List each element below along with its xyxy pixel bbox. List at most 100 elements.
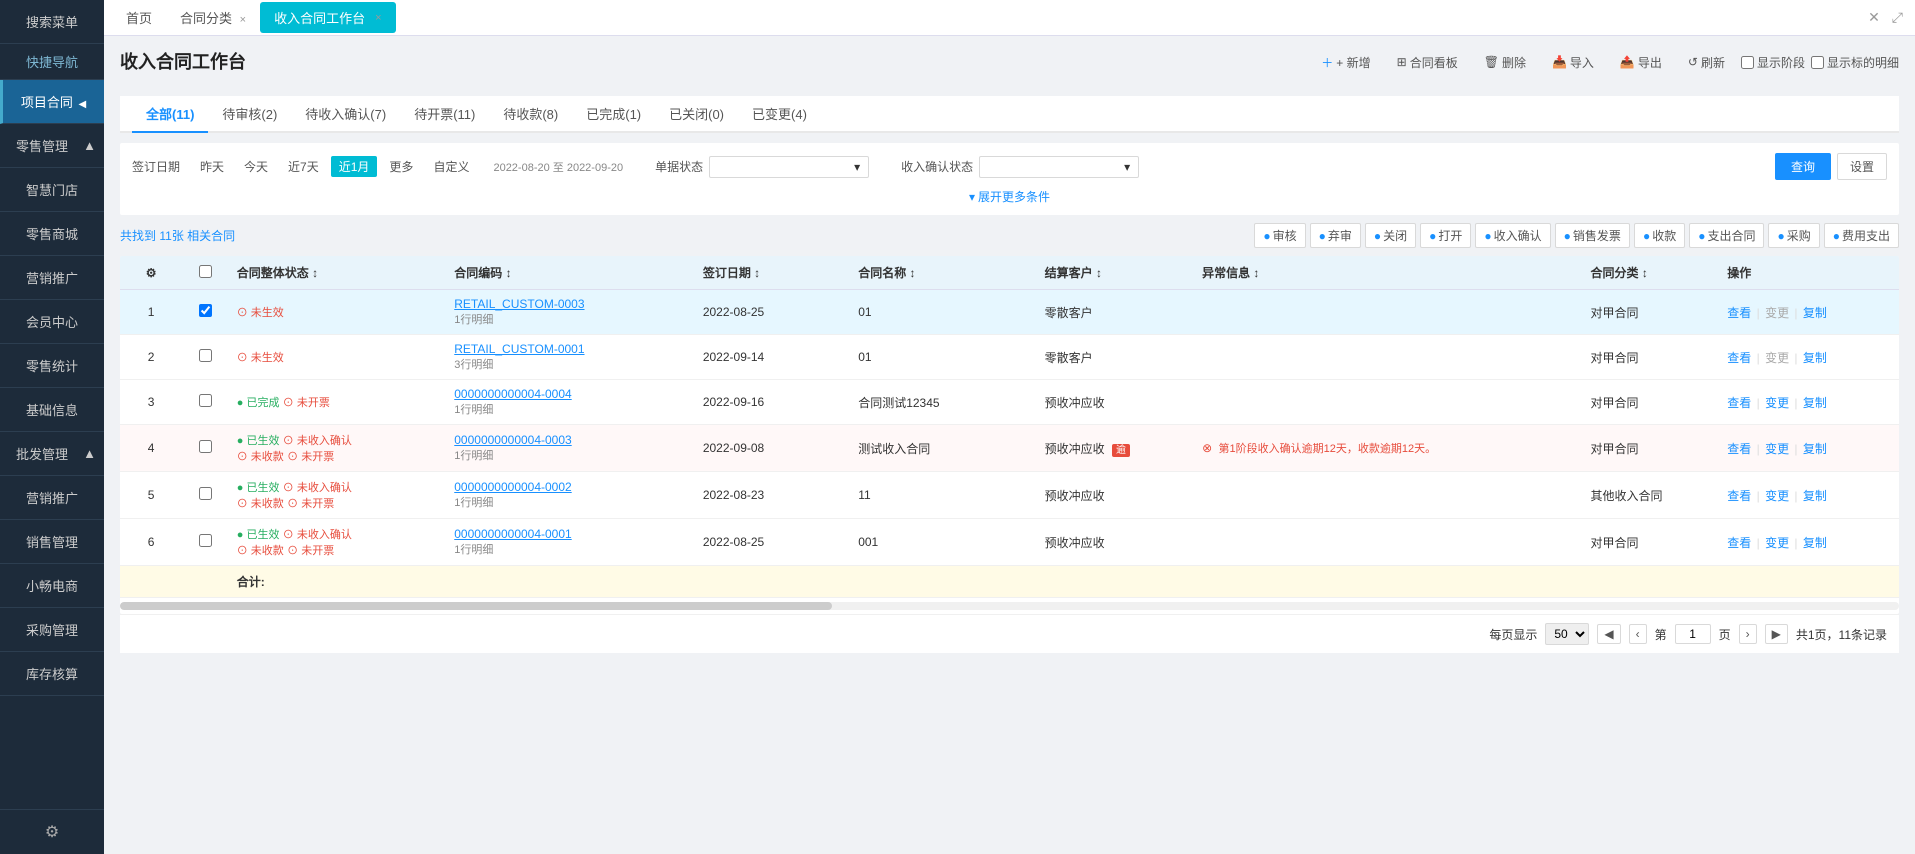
row-check[interactable] bbox=[182, 472, 229, 519]
view-btn[interactable]: 查看 bbox=[1727, 351, 1751, 365]
tabbar-maximize-button[interactable]: ⤢ bbox=[1888, 9, 1907, 26]
prev-page-btn[interactable]: ‹ bbox=[1629, 624, 1647, 644]
copy-btn[interactable]: 复制 bbox=[1803, 536, 1827, 550]
sidebar-item-wholesale[interactable]: 批发管理 ▲ bbox=[0, 432, 104, 476]
view-btn[interactable]: 查看 bbox=[1727, 442, 1751, 456]
th-settings[interactable]: ⚙ bbox=[120, 256, 182, 290]
copy-btn[interactable]: 复制 bbox=[1803, 442, 1827, 456]
income-confirm-btn[interactable]: ● 收入确认 bbox=[1475, 223, 1550, 248]
row-check[interactable] bbox=[182, 519, 229, 566]
sidebar-item-basic-info[interactable]: 基础信息 bbox=[0, 388, 104, 432]
row-check[interactable] bbox=[182, 335, 229, 380]
abandon-btn[interactable]: ● 弃审 bbox=[1310, 223, 1361, 248]
page-size-select[interactable]: 50 bbox=[1545, 623, 1589, 645]
copy-btn[interactable]: 复制 bbox=[1803, 351, 1827, 365]
income-confirm-select[interactable]: ▾ bbox=[979, 156, 1139, 178]
sidebar-item-retail-stat[interactable]: 零售统计 bbox=[0, 344, 104, 388]
copy-btn[interactable]: 复制 bbox=[1803, 489, 1827, 503]
status-tab-completed[interactable]: 已完成(1) bbox=[572, 96, 655, 133]
th-sign-date[interactable]: 签订日期 ↕ bbox=[695, 256, 850, 290]
view-btn[interactable]: 查看 bbox=[1727, 489, 1751, 503]
review-btn[interactable]: ● 审核 bbox=[1254, 223, 1305, 248]
tab-income-workbench-close[interactable]: × bbox=[375, 12, 381, 24]
next-page-btn[interactable]: › bbox=[1739, 624, 1757, 644]
set-button[interactable]: 设置 bbox=[1837, 153, 1887, 180]
change-btn[interactable]: 变更 bbox=[1765, 396, 1789, 410]
th-code[interactable]: 合同编码 ↕ bbox=[446, 256, 695, 290]
view-btn[interactable]: 查看 bbox=[1727, 306, 1751, 320]
status-tab-closed[interactable]: 已关闭(0) bbox=[655, 96, 738, 133]
export-button[interactable]: 📤 导出 bbox=[1610, 50, 1672, 75]
contract-code-link[interactable]: 0000000000004-0004 bbox=[454, 387, 687, 401]
status-tab-pending-invoice[interactable]: 待开票(11) bbox=[400, 96, 489, 133]
contract-code-link[interactable]: 0000000000004-0001 bbox=[454, 527, 687, 541]
tab-income-workbench[interactable]: 收入合同工作台 × bbox=[260, 2, 395, 33]
last7-btn[interactable]: 近7天 bbox=[280, 156, 327, 177]
page-number-input[interactable] bbox=[1675, 624, 1711, 644]
view-btn[interactable]: 查看 bbox=[1727, 536, 1751, 550]
import-button[interactable]: 📥 导入 bbox=[1542, 50, 1604, 75]
new-button[interactable]: ＋ + 新增 bbox=[1311, 50, 1380, 75]
th-error-info[interactable]: 异常信息 ↕ bbox=[1194, 256, 1582, 290]
horizontal-scrollbar[interactable] bbox=[120, 602, 1899, 610]
scrollbar-thumb[interactable] bbox=[120, 602, 832, 610]
sidebar-item-marketing2[interactable]: 营销推广 bbox=[0, 476, 104, 520]
sales-invoice-btn[interactable]: ● 销售发票 bbox=[1555, 223, 1630, 248]
contract-code-link[interactable]: 0000000000004-0002 bbox=[454, 480, 687, 494]
expand-more-btn[interactable]: ▾ 展开更多条件 bbox=[969, 188, 1050, 205]
view-btn[interactable]: 查看 bbox=[1727, 396, 1751, 410]
tab-home[interactable]: 首页 bbox=[112, 0, 166, 35]
change-btn[interactable]: 变更 bbox=[1765, 536, 1789, 550]
row-check[interactable] bbox=[182, 380, 229, 425]
row-check[interactable] bbox=[182, 290, 229, 335]
contract-code-link[interactable]: 0000000000004-0003 bbox=[454, 433, 687, 447]
status-tab-all[interactable]: 全部(11) bbox=[132, 96, 208, 133]
sidebar-item-project[interactable]: 项目合同 ◀ bbox=[0, 80, 104, 124]
copy-btn[interactable]: 复制 bbox=[1803, 396, 1827, 410]
sidebar-settings[interactable]: ⚙ bbox=[0, 809, 104, 854]
sidebar-item-sales-mgmt[interactable]: 销售管理 bbox=[0, 520, 104, 564]
change-btn[interactable]: 变更 bbox=[1765, 489, 1789, 503]
open-contract-btn[interactable]: ● 打开 bbox=[1420, 223, 1471, 248]
collection-btn[interactable]: ● 收款 bbox=[1634, 223, 1685, 248]
sidebar-item-retail-mgmt[interactable]: 零售管理 ▲ bbox=[0, 124, 104, 168]
status-tab-pending-income-confirm[interactable]: 待收入确认(7) bbox=[291, 96, 400, 133]
today-btn[interactable]: 今天 bbox=[236, 156, 276, 177]
change-btn[interactable]: 变更 bbox=[1765, 442, 1789, 456]
sidebar-nav[interactable]: 快捷导航 bbox=[0, 44, 104, 80]
sidebar-item-marketing[interactable]: 营销推广 bbox=[0, 256, 104, 300]
tabbar-close-button[interactable]: ✕ bbox=[1860, 9, 1888, 26]
more-btn[interactable]: 更多 bbox=[381, 156, 421, 177]
show-stages-checkbox[interactable]: 显示阶段 bbox=[1741, 54, 1805, 71]
th-overall-status[interactable]: 合同整体状态 ↕ bbox=[229, 256, 447, 290]
refresh-button[interactable]: ↺ 刷新 bbox=[1678, 50, 1735, 75]
change-btn[interactable]: 变更 bbox=[1765, 306, 1789, 320]
status-tab-pending-collection[interactable]: 待收款(8) bbox=[489, 96, 572, 133]
sidebar-search[interactable]: 搜索菜单 bbox=[0, 0, 104, 44]
sidebar-item-retail-mall[interactable]: 零售商城 bbox=[0, 212, 104, 256]
th-check[interactable] bbox=[182, 256, 229, 290]
output-contract-btn[interactable]: ● 支出合同 bbox=[1689, 223, 1764, 248]
status-tab-pending-review[interactable]: 待审核(2) bbox=[208, 96, 291, 133]
tab-contract-category[interactable]: 合同分类 × bbox=[166, 0, 260, 35]
last-page-btn[interactable]: ▶ bbox=[1765, 624, 1788, 644]
th-type[interactable]: 合同分类 ↕ bbox=[1583, 256, 1720, 290]
yesterday-btn[interactable]: 昨天 bbox=[192, 156, 232, 177]
kanban-button[interactable]: ⊞ 合同看板 bbox=[1387, 50, 1468, 75]
expense-btn[interactable]: ● 费用支出 bbox=[1824, 223, 1899, 248]
last1month-btn[interactable]: 近1月 bbox=[331, 156, 378, 177]
tab-contract-category-close[interactable]: × bbox=[240, 14, 246, 26]
copy-btn[interactable]: 复制 bbox=[1803, 306, 1827, 320]
sidebar-item-smart-store[interactable]: 智慧门店 bbox=[0, 168, 104, 212]
contract-code-link[interactable]: RETAIL_CUSTOM-0003 bbox=[454, 297, 687, 311]
th-name[interactable]: 合同名称 ↕ bbox=[850, 256, 1036, 290]
show-details-checkbox[interactable]: 显示标的明细 bbox=[1811, 54, 1899, 71]
sidebar-item-xiaowei[interactable]: 小畅电商 bbox=[0, 564, 104, 608]
close-contract-btn[interactable]: ● 关闭 bbox=[1365, 223, 1416, 248]
th-customer[interactable]: 结算客户 ↕ bbox=[1037, 256, 1194, 290]
purchase-btn[interactable]: ● 采购 bbox=[1768, 223, 1819, 248]
first-page-btn[interactable]: ◀ bbox=[1597, 624, 1620, 644]
contract-code-link[interactable]: RETAIL_CUSTOM-0001 bbox=[454, 342, 687, 356]
change-btn[interactable]: 变更 bbox=[1765, 351, 1789, 365]
custom-btn[interactable]: 自定义 bbox=[425, 156, 477, 177]
